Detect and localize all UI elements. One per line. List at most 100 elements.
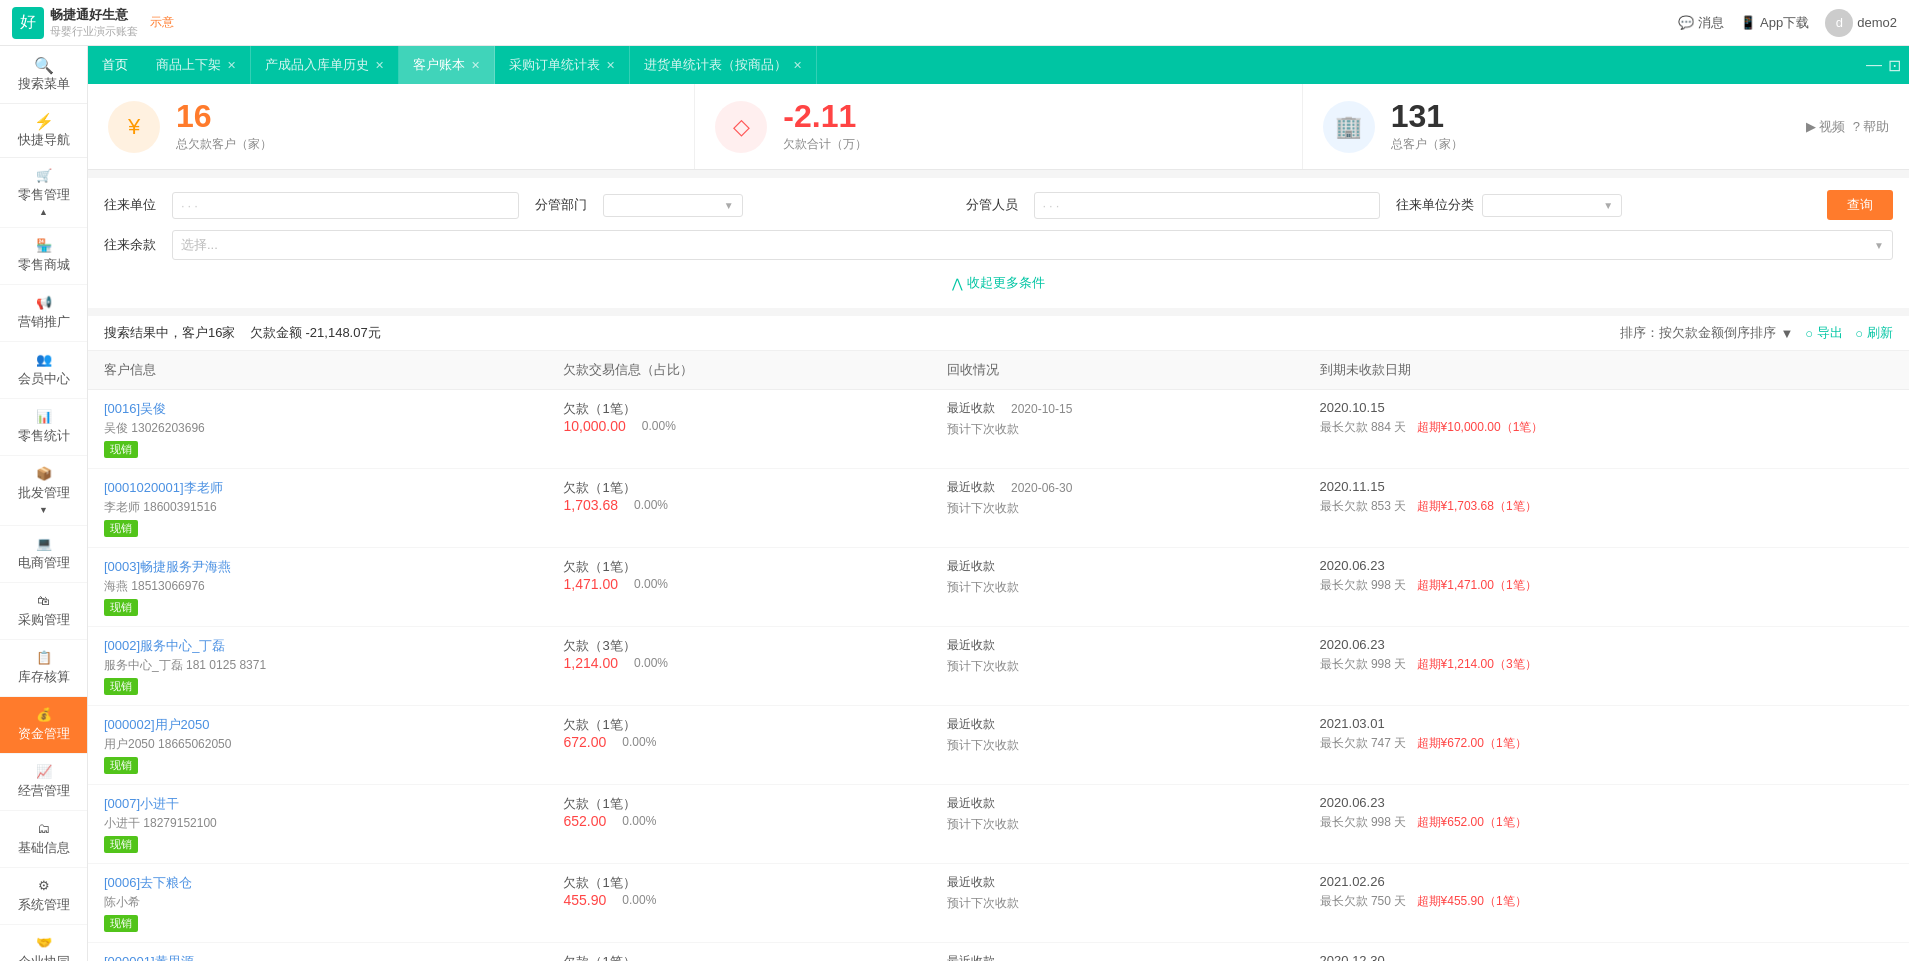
debt-amount[interactable]: 455.90 (563, 892, 606, 908)
sidebar-item-member-center[interactable]: 👥 会员中心 (0, 342, 87, 399)
customer-name-link[interactable]: [000002]用户2050 (104, 716, 531, 734)
overdue-amount-link[interactable]: 超期¥1,703.68（1笔） (1417, 499, 1537, 513)
tab-finished-goods[interactable]: 产成品入库单历史 ✕ (251, 46, 399, 84)
refresh-button[interactable]: ○ 刷新 (1855, 324, 1893, 342)
overdue-amount-link[interactable]: 超期¥10,000.00（1笔） (1417, 420, 1544, 434)
unit-category-dropdown[interactable]: ▼ (1482, 194, 1622, 217)
sidebar-item-retail-stats[interactable]: 📊 零售统计 (0, 399, 87, 456)
sidebar-quick-nav[interactable]: ⚡ 快捷导航 (0, 104, 87, 158)
sidebar-item-operations[interactable]: 📈 经营管理 (0, 754, 87, 811)
export-button[interactable]: ○ 导出 (1805, 324, 1843, 342)
debt-amount[interactable]: 1,471.00 (563, 576, 618, 592)
manager-input[interactable]: ··· (1034, 192, 1381, 219)
department-dropdown[interactable]: ▼ (603, 194, 743, 217)
debt-percent: 0.00% (622, 735, 656, 749)
debt-row: 1,471.00 0.00% (563, 576, 915, 592)
sidebar-item-retail-mgmt[interactable]: 🛒 零售管理 ▲ (0, 158, 87, 228)
sidebar-item-inventory[interactable]: 📋 库存核算 (0, 640, 87, 697)
customer-phone: 李老师 18600391516 (104, 499, 531, 516)
video-help-btn[interactable]: ▶ 视频 (1806, 118, 1845, 136)
debt-info-cell: 欠款（1笔） 429.00 0.00% (547, 943, 931, 962)
customer-info-cell: [0003]畅捷服务尹海燕 海燕 18513066976 现销 (88, 548, 547, 627)
stat-card-debt-total: ◇ -2.11 欠款合计（万） (695, 84, 1302, 169)
customer-name-link[interactable]: [0006]去下粮仓 (104, 874, 531, 892)
customer-name-link[interactable]: [0001020001]李老师 (104, 479, 531, 497)
sidebar-item-collaboration[interactable]: 🤝 企业协同 (0, 925, 87, 961)
customer-name-link[interactable]: [0003]畅捷服务尹海燕 (104, 558, 531, 576)
recent-payment: 最近收款 (947, 558, 1288, 575)
tab-home[interactable]: 首页 (88, 46, 142, 84)
retail-mgmt-icon: 🛒 (36, 168, 52, 183)
recent-label: 最近收款 (947, 874, 995, 891)
debt-amount[interactable]: 1,214.00 (563, 655, 618, 671)
customer-name-link[interactable]: [000001]黄思源 (104, 953, 531, 961)
overdue-days: 最长欠款 747 天 (1320, 736, 1413, 750)
video-icon: ▶ (1806, 119, 1816, 134)
sidebar-toggle[interactable]: 示意 (150, 14, 174, 31)
recent-label: 最近收款 (947, 558, 995, 575)
tab-purchase-goods-stats[interactable]: 进货单统计表（按商品） ✕ (630, 46, 817, 84)
customer-name-link[interactable]: [0016]吴俊 (104, 400, 531, 418)
sidebar-item-wholesale[interactable]: 📦 批发管理 ▼ (0, 456, 87, 526)
refresh-icon: ○ (1855, 326, 1863, 341)
overdue-amount-link[interactable]: 超期¥652.00（1笔） (1417, 815, 1527, 829)
debt-percent: 0.00% (634, 498, 668, 512)
sidebar-item-finance[interactable]: 💰 资金管理 (0, 697, 87, 754)
filter-row-1: 往来单位 ··· 分管部门 ▼ 分管人员 (104, 190, 1893, 220)
messages-btn[interactable]: 💬 消息 (1678, 14, 1724, 32)
tab-purchase-order-stats[interactable]: 采购订单统计表 ✕ (495, 46, 630, 84)
help-btn[interactable]: ? 帮助 (1853, 118, 1889, 136)
customer-phone: 小进干 18279152100 (104, 815, 531, 832)
tab-close-btn-4[interactable]: ✕ (606, 59, 615, 72)
collapse-button[interactable]: ⋀ 收起更多条件 (952, 274, 1045, 292)
tab-customer-account[interactable]: 客户账本 ✕ (399, 46, 495, 84)
debt-amount[interactable]: 672.00 (563, 734, 606, 750)
sidebar-item-purchase[interactable]: 🛍 采购管理 (0, 583, 87, 640)
tab-close-btn-2[interactable]: ✕ (375, 59, 384, 72)
customer-name-link[interactable]: [0007]小进干 (104, 795, 531, 813)
search-button[interactable]: 查询 (1827, 190, 1893, 220)
tab-minimize-btn[interactable]: — (1866, 56, 1882, 74)
partner-unit-input[interactable]: ··· (172, 192, 519, 219)
balance-select[interactable]: 选择... ▼ (172, 230, 1893, 260)
user-menu[interactable]: d demo2 (1825, 9, 1897, 37)
sort-button[interactable]: 排序：按欠款金额倒序排序 ▼ (1620, 324, 1793, 342)
app-download-btn[interactable]: 📱 App下载 (1740, 14, 1809, 32)
stat-card-total-customers: 🏢 131 总客户（家） ▶ 视频 ? 帮助 (1303, 84, 1909, 169)
tab-close-btn[interactable]: ✕ (227, 59, 236, 72)
sort-icon: ▼ (1780, 326, 1793, 341)
sidebar-item-marketing[interactable]: 📢 营销推广 (0, 285, 87, 342)
overdue-amount-link[interactable]: 超期¥672.00（1笔） (1417, 736, 1527, 750)
yuan-icon: ¥ (108, 101, 160, 153)
stat-icon-diamond: ◇ (715, 101, 767, 153)
sidebar-item-system[interactable]: ⚙ 系统管理 (0, 868, 87, 925)
overdue-info: 最长欠款 998 天 超期¥1,471.00（1笔） (1320, 577, 1893, 594)
export-icon: ○ (1805, 326, 1813, 341)
sidebar-item-ecommerce[interactable]: 💻 电商管理 (0, 526, 87, 583)
overdue-amount-link[interactable]: 超期¥455.90（1笔） (1417, 894, 1527, 908)
debt-amount[interactable]: 652.00 (563, 813, 606, 829)
tab-product-status[interactable]: 商品上下架 ✕ (142, 46, 251, 84)
tab-close-btn-3[interactable]: ✕ (471, 59, 480, 72)
due-date-value: 2020.11.15 (1320, 479, 1893, 494)
debt-amount[interactable]: 1,703.68 (563, 497, 618, 513)
table-toolbar-right: 排序：按欠款金额倒序排序 ▼ ○ 导出 ○ 刷新 (1620, 324, 1893, 342)
wholesale-icon: 📦 (36, 466, 52, 481)
customer-name-link[interactable]: [0002]服务中心_丁磊 (104, 637, 531, 655)
overdue-amount-link[interactable]: 超期¥1,214.00（3笔） (1417, 657, 1537, 671)
overdue-amount-link[interactable]: 超期¥1,471.00（1笔） (1417, 578, 1537, 592)
sidebar-search[interactable]: 🔍 搜索菜单 (0, 46, 87, 104)
sidebar-item-retail-mall[interactable]: 🏪 零售商城 (0, 228, 87, 285)
col-header-recovery: 回收情况 (931, 351, 1304, 390)
debt-count: 欠款（1笔） (563, 558, 915, 576)
tab-close-btn-5[interactable]: ✕ (793, 59, 802, 72)
sidebar-item-basic-info[interactable]: 🗂 基础信息 (0, 811, 87, 868)
table-row: [0007]小进干 小进干 18279152100 现销 欠款（1笔） 652.… (88, 785, 1909, 864)
customer-phone: 陈小希 (104, 894, 531, 911)
stat-info-2: -2.11 欠款合计（万） (783, 100, 867, 153)
recovery-cell: 最近收款 预计下次收款 (931, 548, 1304, 627)
debt-row: 652.00 0.00% (563, 813, 915, 829)
tab-maximize-btn[interactable]: ⊡ (1888, 56, 1901, 75)
recent-date: 2020-10-15 (1011, 402, 1072, 416)
debt-amount[interactable]: 10,000.00 (563, 418, 625, 434)
